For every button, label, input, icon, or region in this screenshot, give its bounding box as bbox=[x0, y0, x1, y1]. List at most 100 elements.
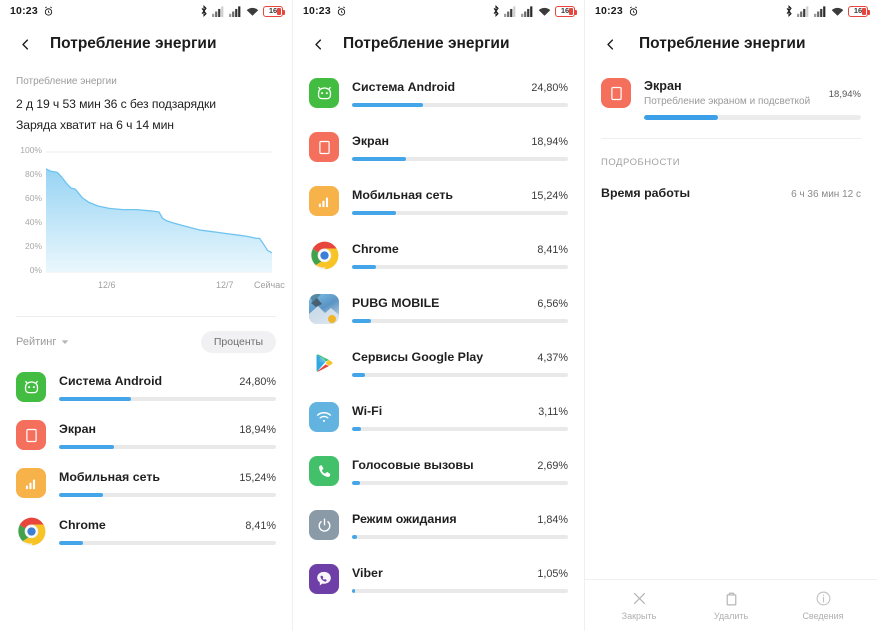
units-toggle-chip[interactable]: Проценты bbox=[200, 331, 276, 353]
list-item[interactable]: Режим ожидания 1,84% bbox=[293, 498, 584, 552]
panel-battery-detail: 10:23 16 Потребление энергии Экран Потре… bbox=[584, 0, 877, 631]
battery-level-text: 16 bbox=[853, 6, 863, 16]
screen-icon bbox=[309, 132, 339, 162]
signal-bars-icon bbox=[504, 5, 517, 17]
app-bar: Потребление энергии bbox=[585, 22, 877, 66]
list-item[interactable]: Chrome 8,41% bbox=[0, 507, 292, 555]
list-item-usage-bar bbox=[59, 541, 276, 545]
delete-action-button[interactable]: Удалить bbox=[702, 590, 760, 621]
detail-percentage: 18,94% bbox=[828, 89, 861, 100]
list-item[interactable]: Мобильная сеть 15,24% bbox=[0, 459, 292, 507]
list-item-percentage: 15,24% bbox=[531, 190, 568, 202]
page-title: Потребление энергии bbox=[639, 35, 806, 52]
status-bar-clock: 10:23 bbox=[595, 5, 623, 17]
list-controls: Рейтинг Проценты bbox=[0, 317, 292, 363]
close-action-label: Закрыть bbox=[621, 611, 657, 621]
signal-bars-icon bbox=[797, 5, 810, 17]
list-item-name: Система Android bbox=[59, 374, 163, 388]
status-bar: 10:23 16 bbox=[585, 0, 877, 22]
list-item[interactable]: Система Android 24,80% bbox=[293, 66, 584, 120]
status-bar: 10:23 16 bbox=[293, 0, 584, 22]
status-bar-clock: 10:23 bbox=[10, 5, 38, 17]
list-item-name: Система Android bbox=[352, 80, 456, 94]
detail-header: Экран Потребление экраном и подсветкой 1… bbox=[585, 66, 877, 120]
google-play-services-icon bbox=[309, 348, 339, 378]
x-tick-label: Сейчас bbox=[254, 280, 285, 290]
list-item-usage-bar bbox=[352, 589, 568, 593]
power-standby-icon bbox=[309, 510, 339, 540]
sort-selector[interactable]: Рейтинг bbox=[16, 336, 69, 348]
list-item[interactable]: Экран 18,94% bbox=[293, 120, 584, 174]
list-item-usage-bar bbox=[352, 481, 568, 485]
alarm-clock-icon bbox=[628, 6, 639, 17]
screenshot-root: 10:23 16 Потребление энергии Потребление… bbox=[0, 0, 877, 631]
list-item-usage-bar bbox=[59, 493, 276, 497]
list-item-usage-bar bbox=[352, 427, 568, 431]
android-robot-icon bbox=[309, 78, 339, 108]
bluetooth-icon bbox=[785, 5, 793, 17]
signal-bars-icon bbox=[212, 5, 225, 17]
sort-label: Рейтинг bbox=[16, 336, 57, 348]
detail-app-name: Экран bbox=[644, 79, 682, 93]
back-button[interactable] bbox=[597, 31, 623, 57]
wifi-icon bbox=[831, 6, 844, 17]
battery-status-icon: 16 bbox=[848, 5, 870, 17]
y-tick-label: 80% bbox=[24, 169, 42, 179]
list-item-percentage: 18,94% bbox=[531, 136, 568, 148]
summary-section-label: Потребление энергии bbox=[16, 76, 117, 87]
list-item[interactable]: Экран 18,94% bbox=[0, 411, 292, 459]
close-x-icon bbox=[633, 592, 645, 605]
list-item[interactable]: Мобильная сеть 15,24% bbox=[293, 174, 584, 228]
chrome-icon bbox=[309, 240, 339, 270]
list-item[interactable]: PUBG MOBILE 6,56% bbox=[293, 282, 584, 336]
trash-icon bbox=[726, 592, 736, 606]
battery-level-text: 16 bbox=[268, 6, 278, 16]
list-item-usage-bar bbox=[352, 103, 568, 107]
list-item-percentage: 8,41% bbox=[537, 244, 568, 256]
list-item[interactable]: Chrome 8,41% bbox=[293, 228, 584, 282]
detail-usage-bar bbox=[644, 115, 861, 120]
list-item-percentage: 18,94% bbox=[239, 424, 276, 436]
info-circle-icon bbox=[816, 591, 830, 606]
list-item-percentage: 1,05% bbox=[537, 568, 568, 580]
list-item-usage-bar bbox=[59, 445, 276, 449]
list-item-name: Сервисы Google Play bbox=[352, 350, 484, 364]
signal-bars-icon bbox=[814, 5, 827, 17]
list-item[interactable]: Сервисы Google Play 4,37% bbox=[293, 336, 584, 390]
list-item[interactable]: Система Android 24,80% bbox=[0, 363, 292, 411]
list-item-name: Мобильная сеть bbox=[59, 470, 161, 484]
mobile-network-icon bbox=[16, 468, 46, 498]
battery-summary: Потребление энергии 2 д 19 ч 53 мин 36 с… bbox=[0, 66, 292, 132]
list-item-name: Viber bbox=[352, 566, 383, 580]
y-tick-label: 100% bbox=[20, 145, 42, 155]
detail-row-value: 6 ч 36 мин 12 с bbox=[791, 189, 861, 200]
list-item-name: Chrome bbox=[59, 518, 106, 532]
phone-call-icon bbox=[309, 456, 339, 486]
page-title: Потребление энергии bbox=[343, 35, 510, 52]
list-item-percentage: 8,41% bbox=[245, 520, 276, 532]
back-button[interactable] bbox=[12, 31, 38, 57]
wifi-icon bbox=[538, 6, 551, 17]
mobile-network-icon bbox=[309, 186, 339, 216]
list-item-usage-bar bbox=[352, 535, 568, 539]
detail-row-key: Время работы bbox=[601, 186, 691, 200]
list-item-name: Chrome bbox=[352, 242, 399, 256]
battery-chart-plot bbox=[46, 151, 272, 273]
details-section-label: ПОДРОБНОСТИ bbox=[601, 157, 681, 168]
battery-status-icon: 16 bbox=[263, 5, 285, 17]
back-button[interactable] bbox=[305, 31, 331, 57]
chevron-down-icon bbox=[62, 340, 69, 344]
signal-bars-icon bbox=[229, 5, 242, 17]
uptime-since-charge: 2 д 19 ч 53 мин 36 с без подзарядки bbox=[16, 97, 216, 111]
info-action-button[interactable]: Сведения bbox=[794, 590, 852, 621]
alarm-clock-icon bbox=[336, 6, 347, 17]
list-item[interactable]: Голосовые вызовы 2,69% bbox=[293, 444, 584, 498]
list-item[interactable]: Viber 1,05% bbox=[293, 552, 584, 606]
y-tick-label: 0% bbox=[29, 265, 42, 275]
list-item[interactable]: Wi-Fi 3,11% bbox=[293, 390, 584, 444]
chevron-left-icon bbox=[314, 38, 321, 50]
list-item-name: Мобильная сеть bbox=[352, 188, 454, 202]
screen-icon bbox=[601, 78, 631, 108]
list-item-name: Режим ожидания bbox=[352, 512, 457, 526]
close-action-button[interactable]: Закрыть bbox=[610, 590, 668, 621]
